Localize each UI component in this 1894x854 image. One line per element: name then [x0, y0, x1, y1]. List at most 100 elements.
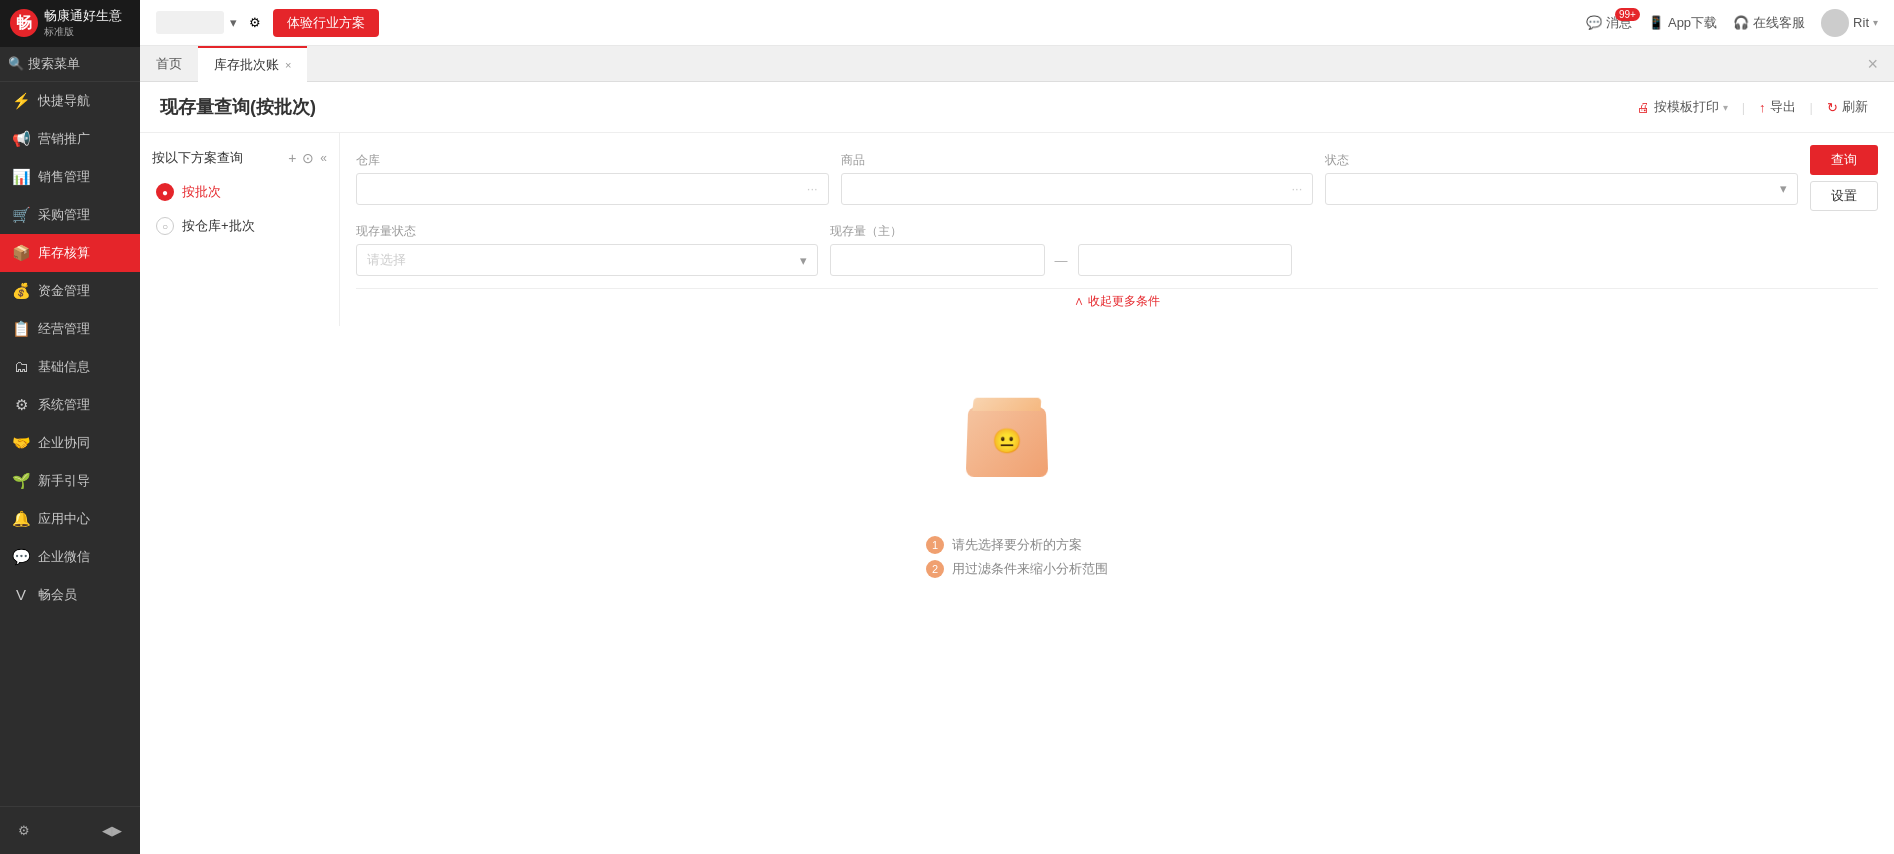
- scheme-settings-btn[interactable]: ⊙: [302, 150, 314, 166]
- tab-home[interactable]: 首页: [140, 46, 198, 82]
- breadcrumb: ▾: [156, 11, 237, 34]
- sidebar-item-inventory[interactable]: 📦 库存核算: [0, 234, 140, 272]
- search-label: 搜索菜单: [28, 55, 80, 73]
- app-center-icon: 🔔: [12, 510, 30, 528]
- filter-form: 仓库 ··· 商品 ···: [340, 133, 1894, 326]
- online-service-btn[interactable]: 🎧 在线客服: [1733, 14, 1805, 32]
- app-logo: 畅: [10, 9, 38, 37]
- app-download-btn[interactable]: 📱 App下载: [1648, 14, 1717, 32]
- sidebar-item-guide[interactable]: 🌱 新手引导: [0, 462, 140, 500]
- divider1: |: [1742, 100, 1745, 115]
- divider2: |: [1810, 100, 1813, 115]
- sidebar-bottom: ⚙ ◀▶: [0, 806, 140, 854]
- sidebar-item-basic[interactable]: 🗂 基础信息: [0, 348, 140, 386]
- sidebar-item-enterprise[interactable]: 🤝 企业协同: [0, 424, 140, 462]
- wechat-icon: 💬: [12, 548, 30, 566]
- experience-btn[interactable]: 体验行业方案: [273, 9, 379, 37]
- sidebar-item-label: 快捷导航: [38, 92, 90, 110]
- scheme-header: 按以下方案查询 + ⊙ «: [140, 145, 339, 175]
- print-icon: 🖨: [1637, 100, 1650, 115]
- scheme-add-btn[interactable]: +: [288, 150, 296, 166]
- inventory-icon: 📦: [12, 244, 30, 262]
- sidebar-item-system[interactable]: ⚙ 系统管理: [0, 386, 140, 424]
- message-icon: 💬: [1586, 15, 1602, 30]
- tab-close-btn[interactable]: ×: [285, 47, 291, 83]
- sidebar-item-operations[interactable]: 📋 经营管理: [0, 310, 140, 348]
- scheme-item-warehouse-batch[interactable]: ○ 按仓库+批次: [140, 209, 339, 243]
- print-label: 按模板打印: [1654, 98, 1719, 116]
- stock-status-value: 请选择: [367, 251, 406, 269]
- filter-settings-btn[interactable]: 设置: [1810, 181, 1878, 211]
- quantity-label: 现存量（主）: [830, 223, 1292, 240]
- scheme-inactive-dot: ○: [156, 217, 174, 235]
- sidebar-item-wechat[interactable]: 💬 企业微信: [0, 538, 140, 576]
- user-menu[interactable]: Rit ▾: [1821, 9, 1878, 37]
- status-select[interactable]: ▾: [1325, 173, 1798, 205]
- tab-inventory-batch[interactable]: 库存批次账 ×: [198, 46, 307, 82]
- hint-num-1: 1: [926, 536, 944, 554]
- refresh-btn[interactable]: ↻ 刷新: [1821, 94, 1874, 120]
- hint-num-2: 2: [926, 560, 944, 578]
- quantity-dash: —: [1051, 253, 1072, 268]
- warehouse-dots-icon[interactable]: ···: [807, 181, 818, 196]
- product-input[interactable]: ···: [841, 173, 1314, 205]
- empty-hints: 1 请先选择要分析的方案 2 用过滤条件来缩小分析范围: [926, 530, 1108, 584]
- status-label: 状态: [1325, 152, 1798, 169]
- sidebar-toggle-btn[interactable]: ◀▶: [92, 815, 132, 846]
- sidebar-item-label: 应用中心: [38, 510, 90, 528]
- hint-text-2: 用过滤条件来缩小分析范围: [952, 560, 1108, 578]
- scheme-item-batch[interactable]: ● 按批次: [140, 175, 339, 209]
- sidebar-item-sales[interactable]: 📊 销售管理: [0, 158, 140, 196]
- settings-gear-btn[interactable]: ⚙: [8, 815, 40, 846]
- page-actions: 🖨 按模板打印 ▾ | ↑ 导出 | ↻ 刷新: [1631, 94, 1874, 120]
- finance-icon: 💰: [12, 282, 30, 300]
- page-header: 现存量查询(按批次) 🖨 按模板打印 ▾ | ↑ 导出 | ↻ 刷新: [140, 82, 1894, 133]
- tab-close-main-btn[interactable]: ×: [1851, 46, 1894, 82]
- user-avatar: [1821, 9, 1849, 37]
- sidebar-item-label: 系统管理: [38, 396, 90, 414]
- sidebar-item-label: 企业协同: [38, 434, 90, 452]
- product-dots-icon[interactable]: ···: [1292, 181, 1303, 196]
- marketing-icon: 📢: [12, 130, 30, 148]
- empty-illustration: 😐: [967, 406, 1067, 506]
- sidebar-item-marketing[interactable]: 📢 营销推广: [0, 120, 140, 158]
- messages-btn[interactable]: 💬 消息 99+: [1586, 14, 1632, 32]
- headset-icon: 🎧: [1733, 15, 1749, 30]
- stock-status-select[interactable]: 请选择 ▾: [356, 244, 818, 276]
- warehouse-field: 仓库 ···: [356, 152, 829, 205]
- topbar-left: ▾ ⚙ 体验行业方案: [156, 9, 379, 37]
- basic-icon: 🗂: [12, 358, 30, 375]
- sidebar-item-finance[interactable]: 💰 资金管理: [0, 272, 140, 310]
- sales-icon: 📊: [12, 168, 30, 186]
- collapse-more-btn[interactable]: ∧ 收起更多条件: [356, 288, 1878, 314]
- settings-btn[interactable]: ⚙: [249, 15, 261, 30]
- export-btn[interactable]: ↑ 导出: [1753, 94, 1802, 120]
- scheme-collapse-btn[interactable]: «: [320, 151, 327, 165]
- refresh-icon: ↻: [1827, 100, 1838, 115]
- sidebar-item-label: 畅会员: [38, 586, 77, 604]
- filter-row-2: 现存量状态 请选择 ▾ 现存量（主） —: [356, 223, 1878, 276]
- sidebar-header: 畅 畅康通好生意 标准版: [0, 0, 140, 47]
- search-icon: 🔍: [8, 56, 24, 71]
- export-icon: ↑: [1759, 100, 1766, 115]
- app-download-label: App下载: [1668, 14, 1717, 32]
- sidebar-item-purchase[interactable]: 🛒 采购管理: [0, 196, 140, 234]
- print-dropdown-icon: ▾: [1723, 102, 1728, 113]
- sidebar-item-member[interactable]: V 畅会员: [0, 576, 140, 614]
- topbar-right: 💬 消息 99+ 📱 App下载 🎧 在线客服 Rit ▾: [1586, 9, 1878, 37]
- stock-status-field: 现存量状态 请选择 ▾: [356, 223, 818, 276]
- quantity-max-input[interactable]: [1078, 244, 1293, 276]
- sidebar-item-app-center[interactable]: 🔔 应用中心: [0, 500, 140, 538]
- export-label: 导出: [1770, 98, 1796, 116]
- search-menu-item[interactable]: 🔍 搜索菜单: [0, 47, 140, 82]
- print-btn[interactable]: 🖨 按模板打印 ▾: [1631, 94, 1734, 120]
- sidebar-item-label: 企业微信: [38, 548, 90, 566]
- system-icon: ⚙: [12, 396, 30, 414]
- warehouse-input[interactable]: ···: [356, 173, 829, 205]
- empty-state: 😐 1 请先选择要分析的方案 2 用过滤条件来缩小分析范围: [140, 326, 1894, 664]
- query-btn[interactable]: 查询: [1810, 145, 1878, 175]
- sidebar-item-quick-nav[interactable]: ⚡ 快捷导航: [0, 82, 140, 120]
- member-icon: V: [12, 586, 30, 603]
- scheme-item-label: 按批次: [182, 183, 221, 201]
- quantity-min-input[interactable]: [830, 244, 1045, 276]
